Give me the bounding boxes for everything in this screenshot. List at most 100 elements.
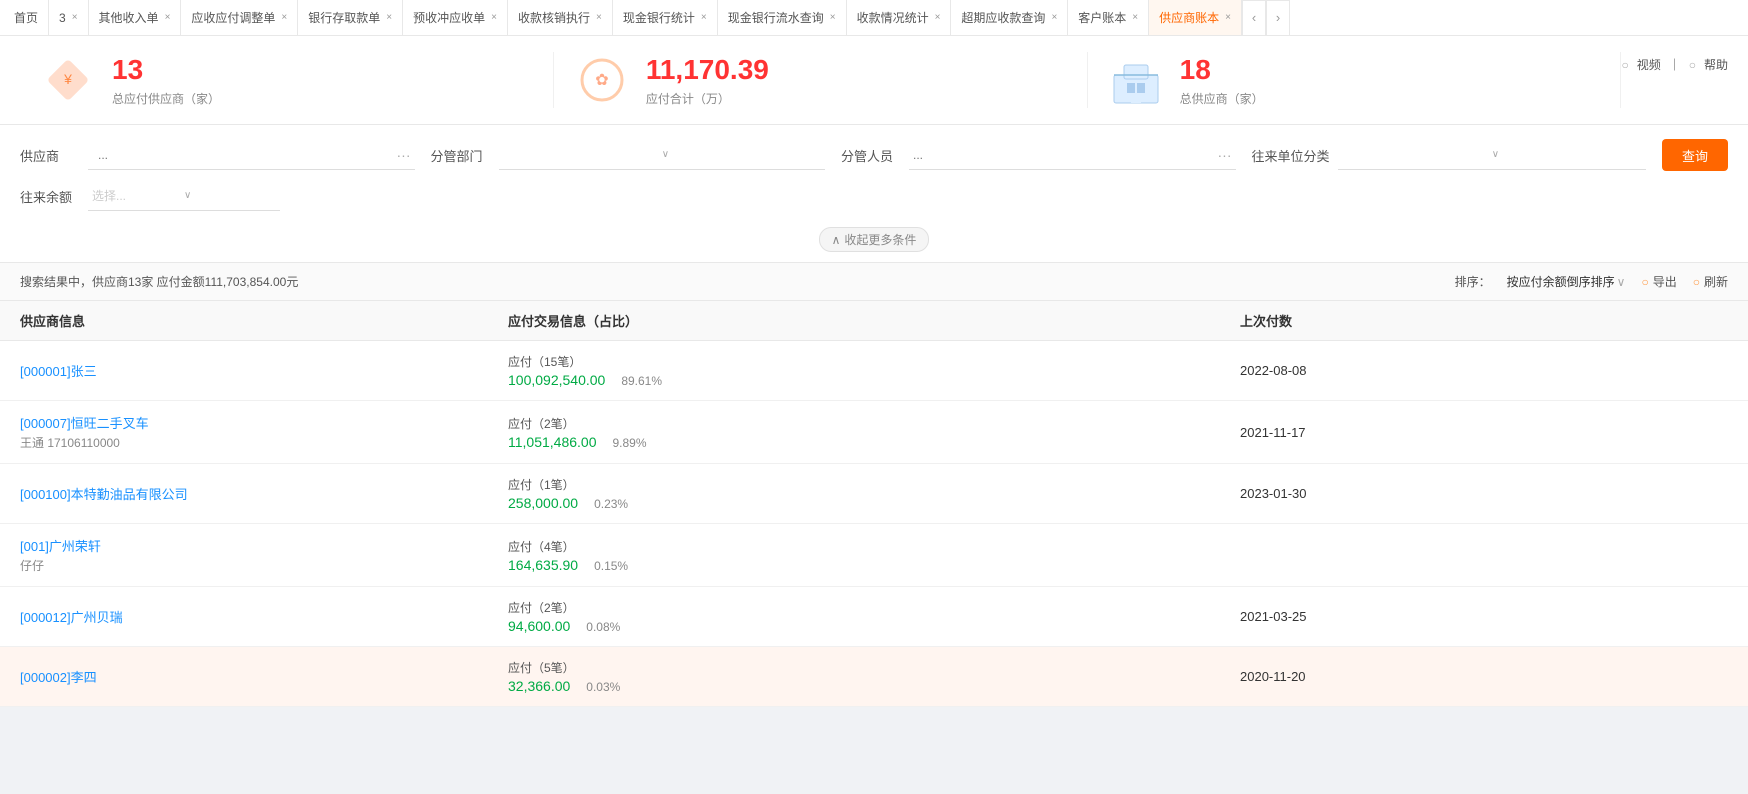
close-tab-customer-ledger[interactable]: × — [1132, 12, 1138, 23]
total-suppliers-label: 总供应商（家） — [1180, 90, 1264, 107]
supplier-input[interactable] — [92, 140, 397, 170]
nav-arrow-left[interactable]: ‹ — [1242, 0, 1266, 36]
close-tab-collection-stat[interactable]: × — [935, 12, 941, 23]
summary-card-ap-total: ✿ 11,170.39 应付合计（万） — [554, 52, 1088, 108]
top-right-links: ○ 视频 ｜ ○ 帮助 — [1621, 52, 1728, 73]
col-header-transaction: 应付交易信息（占比） — [508, 311, 1240, 330]
filter-row-2: 往来余额 选择... ∨ — [20, 181, 280, 211]
nav-tab-customer-ledger[interactable]: 客户账本 × — [1068, 0, 1149, 36]
nav-tab-home[interactable]: 首页 — [4, 0, 49, 36]
nav-tab-cash-bank-flow[interactable]: 现金银行流水查询 × — [718, 0, 847, 36]
last-pay-3: 2023-01-30 — [1240, 486, 1728, 501]
help-link[interactable]: 帮助 — [1704, 56, 1728, 73]
nav-tab-collection-stat[interactable]: 收款情况统计 × — [847, 0, 952, 36]
nav-arrow-right[interactable]: › — [1266, 0, 1290, 36]
transaction-pct-1: 89.61% — [621, 374, 662, 388]
transaction-pct-6: 0.03% — [586, 680, 620, 694]
dept-select[interactable]: ∨ — [499, 140, 826, 170]
transaction-pct-2: 9.89% — [613, 436, 647, 450]
circle-icon2: ○ — [1689, 58, 1696, 72]
supplier-link-1[interactable]: [000001]张三 — [20, 364, 97, 379]
last-pay-1: 2022-08-08 — [1240, 363, 1728, 378]
supplier-link-2[interactable]: [000007]恒旺二手叉车 — [20, 416, 149, 431]
transaction-label-2: 应付（2笔） — [508, 415, 1240, 432]
supplier-link-5[interactable]: [000012]广州贝瑞 — [20, 610, 123, 625]
refresh-icon: ○ — [1693, 275, 1700, 289]
close-tab-cash-bank-stat[interactable]: × — [701, 12, 707, 23]
balance-chevron-icon: ∨ — [184, 190, 276, 201]
transaction-info-3: 应付（1笔） 258,000.00 0.23% — [508, 476, 1240, 511]
nav-tab-other-income[interactable]: 其他收入单 × — [89, 0, 182, 36]
collapse-arrow-icon: ∧ — [832, 233, 841, 247]
result-bar: 搜索结果中，供应商13家 应付金额111,703,854.00元 排序： 按应付… — [0, 263, 1748, 301]
table-row: [000012]广州贝瑞 应付（2笔） 94,600.00 0.08% 2021… — [0, 587, 1748, 647]
transaction-amount-3[interactable]: 258,000.00 — [508, 495, 578, 511]
transaction-label-1: 应付（15笔） — [508, 353, 1240, 370]
category-label: 往来单位分类 — [1252, 146, 1330, 165]
close-tab-ar-ap-adjust[interactable]: × — [281, 12, 287, 23]
transaction-amount-1[interactable]: 100,092,540.00 — [508, 372, 605, 388]
category-chevron-icon: ∨ — [1492, 149, 1642, 160]
close-tab-prepay-offset[interactable]: × — [491, 12, 497, 23]
supplier-sub-4: 仔仔 — [20, 557, 508, 574]
result-actions: 排序： 按应付余额倒序排序 ∨ ○ 导出 ○ 刷新 — [1455, 273, 1728, 290]
supplier-link-4[interactable]: [001]广州荣轩 — [20, 539, 101, 554]
person-dots-icon: ··· — [1218, 147, 1232, 163]
person-label: 分管人员 — [841, 146, 901, 165]
dept-label: 分管部门 — [431, 146, 491, 165]
nav-tab-ar-ap-adjust[interactable]: 应收应付调整单 × — [181, 0, 298, 36]
close-tab-cash-bank-flow[interactable]: × — [830, 12, 836, 23]
video-link[interactable]: 视频 — [1637, 56, 1661, 73]
close-tab-supplier-ledger[interactable]: × — [1225, 12, 1231, 23]
supplier-label: 供应商 — [20, 146, 80, 165]
refresh-button[interactable]: ○ 刷新 — [1693, 273, 1728, 290]
transaction-amount-6[interactable]: 32,366.00 — [508, 678, 570, 694]
transaction-amount-5[interactable]: 94,600.00 — [508, 618, 570, 634]
transaction-pct-5: 0.08% — [586, 620, 620, 634]
transaction-info-4: 应付（4笔） 164,635.90 0.15% — [508, 538, 1240, 573]
supplier-link-3[interactable]: [000100]本特勤油品有限公司 — [20, 487, 188, 502]
circle-icon: ○ — [1621, 58, 1628, 72]
supplier-link-6[interactable]: [000002]李四 — [20, 670, 97, 685]
collapse-button[interactable]: ∧ 收起更多条件 — [819, 227, 930, 252]
supplier-info-5: [000012]广州贝瑞 — [20, 607, 508, 626]
close-tab-3[interactable]: × — [72, 12, 78, 23]
transaction-info-6: 应付（5笔） 32,366.00 0.03% — [508, 659, 1240, 694]
nav-tab-cash-bank-stat[interactable]: 现金银行统计 × — [613, 0, 718, 36]
category-select[interactable]: ∨ — [1338, 140, 1646, 170]
transaction-label-4: 应付（4笔） — [508, 538, 1240, 555]
balance-select[interactable]: 选择... ∨ — [88, 181, 280, 211]
supplier-dots-icon: ··· — [397, 147, 411, 163]
transaction-amount-2[interactable]: 11,051,486.00 — [508, 434, 597, 450]
close-tab-bank-deposit[interactable]: × — [386, 12, 392, 23]
filter-item-balance: 往来余额 选择... ∨ — [20, 181, 280, 211]
close-tab-other-income[interactable]: × — [165, 12, 171, 23]
filter-item-dept: 分管部门 ∨ — [431, 140, 826, 170]
balance-label: 往来余额 — [20, 187, 80, 206]
nav-tab-overdue-ar[interactable]: 超期应收款查询 × — [951, 0, 1068, 36]
nav-tab-collection-verify[interactable]: 收款核销执行 × — [508, 0, 613, 36]
supplier-info-3: [000100]本特勤油品有限公司 — [20, 484, 508, 503]
table-row: [000002]李四 应付（5笔） 32,366.00 0.03% 2020-1… — [0, 647, 1748, 707]
close-tab-collection-verify[interactable]: × — [596, 12, 602, 23]
sort-select[interactable]: 按应付余额倒序排序 ∨ — [1507, 273, 1626, 290]
transaction-amount-4[interactable]: 164,635.90 — [508, 557, 578, 573]
person-input[interactable] — [913, 148, 1218, 162]
transaction-info-2: 应付（2笔） 11,051,486.00 9.89% — [508, 415, 1240, 450]
ap-total-number: 11,170.39 — [646, 53, 769, 87]
close-tab-overdue-ar[interactable]: × — [1051, 12, 1057, 23]
data-table: 供应商信息 应付交易信息（占比） 上次付数 [000001]张三 应付（15笔）… — [0, 301, 1748, 707]
person-input-wrapper[interactable]: ··· — [909, 140, 1236, 170]
query-button[interactable]: 查询 — [1662, 139, 1728, 171]
supplier-input-wrapper[interactable]: ··· — [88, 140, 415, 170]
transaction-label-6: 应付（5笔） — [508, 659, 1240, 676]
last-pay-5: 2021-03-25 — [1240, 609, 1728, 624]
filter-row-1: 供应商 ··· 分管部门 ∨ 分管人员 ··· 往来单位分类 — [20, 139, 1728, 171]
export-button[interactable]: ○ 导出 — [1641, 273, 1676, 290]
balance-value: 选择... — [92, 187, 184, 204]
summary-card-total-suppliers: 18 总供应商（家） — [1088, 52, 1622, 108]
nav-tab-bank-deposit[interactable]: 银行存取款单 × — [298, 0, 403, 36]
nav-tab-prepay-offset[interactable]: 预收冲应收单 × — [403, 0, 508, 36]
nav-tab-supplier-ledger[interactable]: 供应商账本 × — [1149, 0, 1242, 36]
nav-tab-3[interactable]: 3 × — [49, 0, 89, 36]
